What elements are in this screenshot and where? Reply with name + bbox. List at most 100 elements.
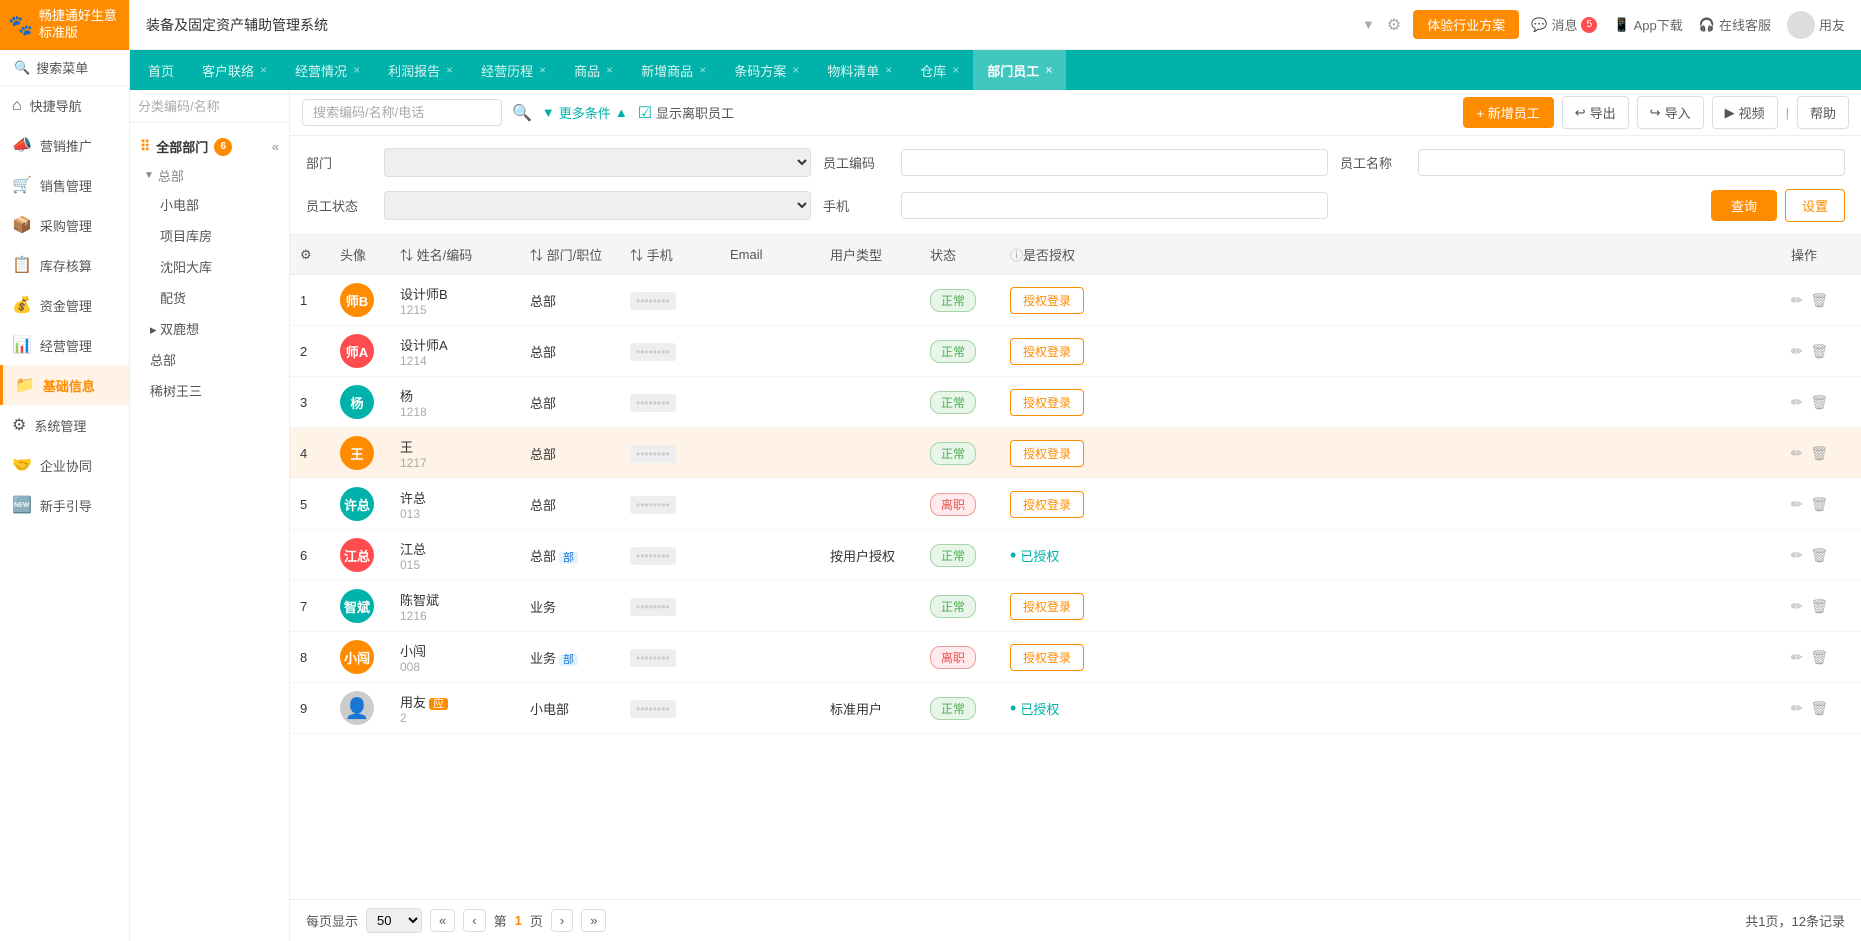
tree-item-small-elec[interactable]: 小电部 [130, 189, 289, 220]
edit-button[interactable]: ✏ [1791, 343, 1803, 359]
sidebar-item-sales[interactable]: 🛒 销售管理 [0, 165, 129, 205]
auth-button[interactable]: 授权登录 [1010, 287, 1084, 314]
sidebar-search[interactable]: 🔍 搜索菜单 [0, 50, 129, 86]
tab-customer[interactable]: 客户联络 × [188, 50, 281, 90]
tree-item-sparse-tree[interactable]: 稀树王三 [130, 375, 289, 406]
per-page-select[interactable]: 50 100 [366, 908, 422, 933]
more-filter-btn[interactable]: ▼ 更多条件 ▲ [542, 103, 628, 122]
first-page-button[interactable]: « [430, 909, 455, 932]
user-item[interactable]: 用友 [1787, 11, 1845, 39]
col-auth[interactable]: ⓘ是否授权 [1000, 235, 1120, 275]
sidebar-item-operation[interactable]: 📊 经营管理 [0, 325, 129, 365]
delete-button[interactable]: 🗑 [1810, 445, 1828, 461]
show-resigned-toggle[interactable]: ☑ 显示离职员工 [638, 103, 734, 123]
search-button[interactable]: 🔍 [512, 103, 532, 123]
add-employee-button[interactable]: + 新增员工 [1463, 97, 1554, 128]
tab-operation-status[interactable]: 经营情况 × [281, 50, 374, 90]
col-dept-position[interactable]: ⇅ 部门/职位 [520, 235, 620, 275]
delete-button[interactable]: 🗑 [1810, 343, 1828, 359]
tab-close-warehouse[interactable]: × [952, 63, 959, 77]
tree-item-head-office[interactable]: 总部 [130, 344, 289, 375]
edit-button[interactable]: ✏ [1791, 700, 1803, 716]
tree-item-double-deer[interactable]: ▸ 双鹿想 [130, 313, 289, 344]
all-dept-header[interactable]: ⠿ 全部部门 6 « [130, 131, 289, 162]
delete-button[interactable]: 🗑 [1810, 292, 1828, 308]
import-button[interactable]: ↪ 导入 [1637, 96, 1704, 129]
emp-code-input[interactable] [901, 149, 1328, 176]
sidebar-item-guide[interactable]: 🆕 新手引导 [0, 485, 129, 525]
tab-close-products[interactable]: × [606, 63, 613, 77]
tab-products[interactable]: 商品 × [560, 50, 627, 90]
col-settings[interactable]: ⚙ [290, 235, 330, 275]
tab-close-barcode[interactable]: × [792, 63, 799, 77]
sidebar-item-quick-nav[interactable]: ⌂ 快捷导航 [0, 86, 129, 125]
delete-button[interactable]: 🗑 [1810, 547, 1828, 563]
tree-item-project-storage[interactable]: 项目库房 [130, 220, 289, 251]
sidebar-item-inventory[interactable]: 📋 库存核算 [0, 245, 129, 285]
tab-employees[interactable]: 部门员工 × [973, 50, 1066, 90]
export-button[interactable]: ↩ 导出 [1562, 96, 1629, 129]
edit-button[interactable]: ✏ [1791, 598, 1803, 614]
delete-button[interactable]: 🗑 [1810, 598, 1828, 614]
dept-search-input[interactable] [138, 99, 290, 114]
tab-profit[interactable]: 利润报告 × [374, 50, 467, 90]
help-button[interactable]: 帮助 [1797, 96, 1849, 129]
tab-close-operation-status[interactable]: × [353, 63, 360, 77]
prev-page-button[interactable]: ‹ [463, 909, 485, 932]
emp-status-select[interactable] [384, 191, 811, 220]
trial-button[interactable]: 体验行业方案 [1413, 10, 1519, 39]
edit-button[interactable]: ✏ [1791, 649, 1803, 665]
messages-item[interactable]: 💬 消息 5 [1531, 15, 1597, 34]
auth-button[interactable]: 授权登录 [1010, 644, 1084, 671]
view-button[interactable]: ▶ 视频 [1712, 96, 1778, 129]
phone-input[interactable] [901, 192, 1328, 219]
tab-close-history[interactable]: × [539, 63, 546, 77]
tab-barcode[interactable]: 条码方案 × [720, 50, 813, 90]
dropdown-arrow-icon[interactable]: ▼ [1362, 17, 1375, 32]
col-name-code[interactable]: ⇅ 姓名/编码 [390, 235, 520, 275]
tab-close-add-product[interactable]: × [699, 63, 706, 77]
tab-add-product[interactable]: 新增商品 × [627, 50, 720, 90]
settings-icon[interactable]: ⚙ [1387, 15, 1401, 35]
tab-close-bom[interactable]: × [885, 63, 892, 77]
edit-button[interactable]: ✏ [1791, 292, 1803, 308]
sidebar-item-system[interactable]: ⚙ 系统管理 [0, 405, 129, 445]
tree-item-distribution[interactable]: 配货 [130, 282, 289, 313]
next-page-button[interactable]: › [551, 909, 573, 932]
auth-button[interactable]: 授权登录 [1010, 491, 1084, 518]
app-download-item[interactable]: 📱 App下载 [1613, 15, 1682, 34]
tab-close-profit[interactable]: × [446, 63, 453, 77]
search-input[interactable] [302, 99, 502, 126]
delete-button[interactable]: 🗑 [1810, 649, 1828, 665]
col-phone[interactable]: ⇅ 手机 [620, 235, 720, 275]
auth-button[interactable]: 授权登录 [1010, 338, 1084, 365]
tab-history[interactable]: 经营历程 × [467, 50, 560, 90]
edit-button[interactable]: ✏ [1791, 445, 1803, 461]
settings-button[interactable]: 设置 [1785, 189, 1845, 222]
edit-button[interactable]: ✏ [1791, 496, 1803, 512]
tree-item-shenyang[interactable]: 沈阳大库 [130, 251, 289, 282]
tab-close-employees[interactable]: × [1045, 63, 1052, 77]
delete-button[interactable]: 🗑 [1810, 394, 1828, 410]
dept-select[interactable] [384, 148, 811, 177]
tree-section-head-office[interactable]: ▼ 总部 [130, 162, 289, 189]
tab-close-customer[interactable]: × [260, 63, 267, 77]
auth-button[interactable]: 授权登录 [1010, 593, 1084, 620]
emp-name-input[interactable] [1418, 149, 1845, 176]
sidebar-item-finance[interactable]: 💰 资金管理 [0, 285, 129, 325]
collapse-icon[interactable]: « [272, 139, 279, 154]
info-circle-icon[interactable]: ⓘ [1010, 248, 1023, 263]
sidebar-item-marketing[interactable]: 📣 营销推广 [0, 125, 129, 165]
sidebar-item-collab[interactable]: 🤝 企业协同 [0, 445, 129, 485]
delete-button[interactable]: 🗑 [1810, 496, 1828, 512]
auth-button[interactable]: 授权登录 [1010, 389, 1084, 416]
edit-button[interactable]: ✏ [1791, 547, 1803, 563]
query-button[interactable]: 查询 [1711, 190, 1777, 221]
delete-button[interactable]: 🗑 [1810, 700, 1828, 716]
sidebar-item-purchase[interactable]: 📦 采购管理 [0, 205, 129, 245]
online-service-item[interactable]: 🎧 在线客服 [1699, 15, 1771, 34]
tab-warehouse[interactable]: 仓库 × [906, 50, 973, 90]
edit-button[interactable]: ✏ [1791, 394, 1803, 410]
last-page-button[interactable]: » [581, 909, 606, 932]
tab-bom[interactable]: 物料清单 × [813, 50, 906, 90]
